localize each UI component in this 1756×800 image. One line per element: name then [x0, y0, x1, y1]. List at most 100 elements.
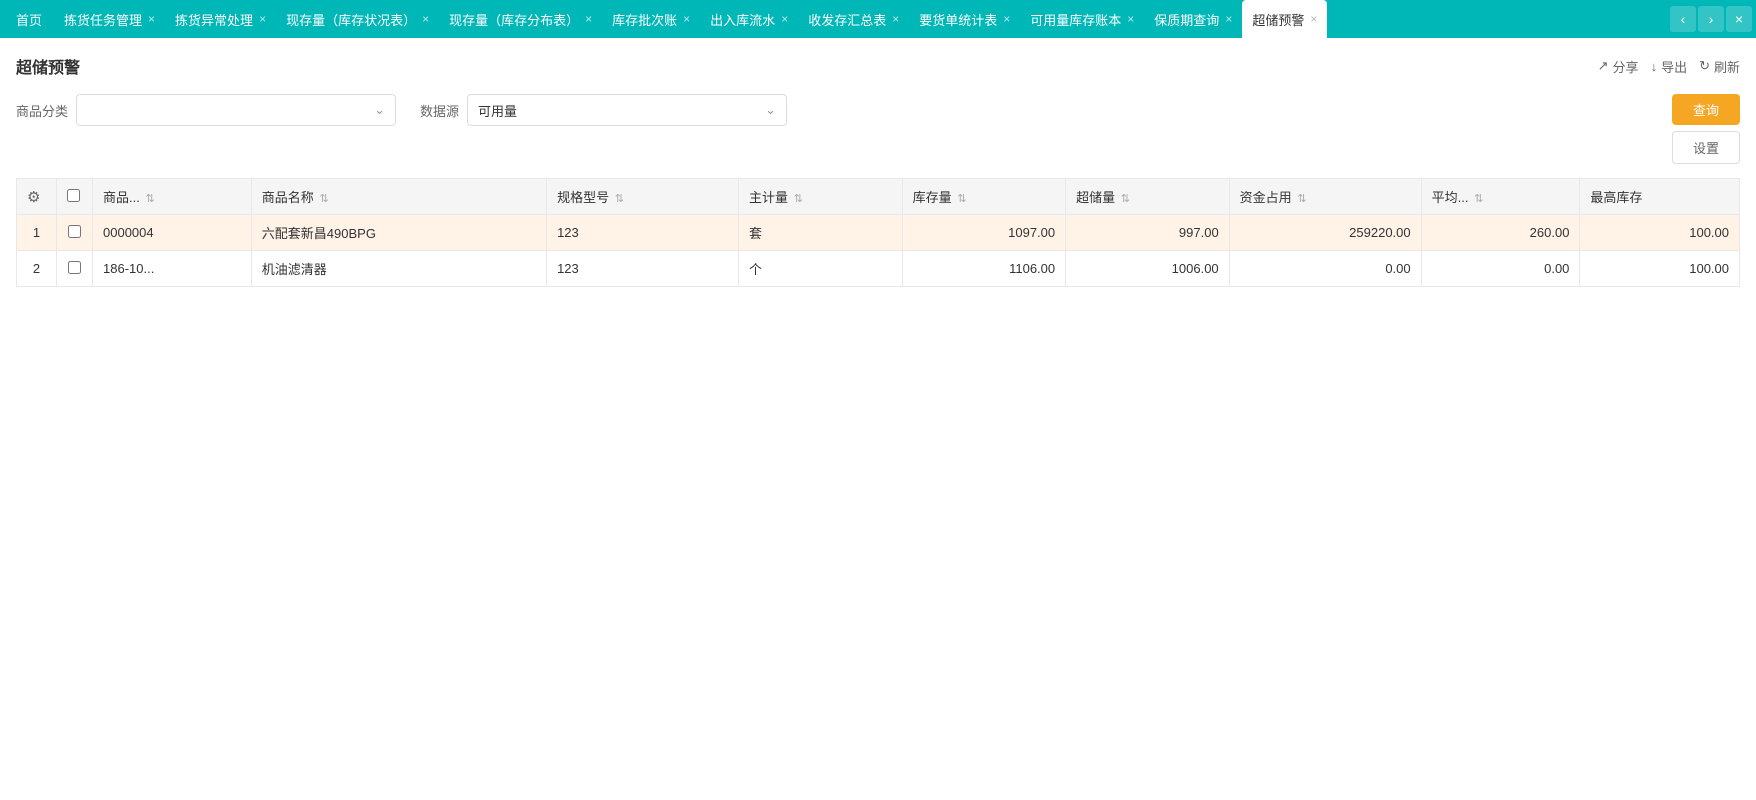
share-icon: ↗: [1598, 58, 1609, 74]
tab-nav-arrows: ‹ › ×: [1670, 6, 1752, 32]
over-col-header[interactable]: 超储量 ⇅: [1066, 179, 1230, 215]
tab-xiancunliang-kuangkuang[interactable]: 现存量（库存状况表） ×: [276, 0, 439, 38]
set-button[interactable]: 设置: [1672, 131, 1740, 164]
row-checkbox-0[interactable]: [68, 225, 81, 238]
tab-close-9[interactable]: ×: [1225, 12, 1232, 26]
row-spec: 123: [547, 215, 739, 251]
page-title: 超储预警: [16, 54, 80, 78]
sort-icon-spec: ⇅: [615, 193, 624, 205]
page-actions: ↗ 分享 ↓ 导出 ↻ 刷新: [1598, 57, 1740, 76]
avg-col-header[interactable]: 平均... ⇅: [1421, 179, 1580, 215]
category-label: 商品分类: [16, 101, 68, 120]
row-unit: 个: [739, 251, 903, 287]
chevron-down-icon-2: ⌄: [765, 102, 776, 118]
tab-close-10[interactable]: ×: [1310, 12, 1317, 26]
code-col-header[interactable]: 商品... ⇅: [93, 179, 252, 215]
sort-icon-stock: ⇅: [957, 193, 966, 205]
select-all-checkbox[interactable]: [67, 189, 80, 202]
tab-close-6[interactable]: ×: [892, 12, 899, 26]
datasource-select[interactable]: 可用量 ⌄: [467, 94, 787, 126]
tab-kucun-pici[interactable]: 库存批次账 ×: [602, 0, 700, 38]
refresh-icon: ↻: [1699, 58, 1710, 74]
tab-shoufa-huizong[interactable]: 收发存汇总表 ×: [798, 0, 909, 38]
row-checkbox-cell: [57, 215, 93, 251]
table-header-row: ⚙ 商品... ⇅ 商品名称 ⇅ 规格型号 ⇅ 主计量: [17, 179, 1740, 215]
row-code: 186-10...: [93, 251, 252, 287]
sort-icon-name: ⇅: [319, 193, 328, 205]
sort-icon-capital: ⇅: [1297, 193, 1306, 205]
row-avg: 260.00: [1421, 215, 1580, 251]
tab-prev-button[interactable]: ‹: [1670, 6, 1696, 32]
row-name: 机油滤清器: [251, 251, 546, 287]
data-table: ⚙ 商品... ⇅ 商品名称 ⇅ 规格型号 ⇅ 主计量: [16, 178, 1740, 287]
tab-close-0[interactable]: ×: [148, 12, 155, 26]
tab-close-4[interactable]: ×: [683, 12, 690, 26]
row-spec: 123: [547, 251, 739, 287]
page-container: 超储预警 ↗ 分享 ↓ 导出 ↻ 刷新 商品分类 ⌄: [0, 38, 1756, 800]
tab-close-all-button[interactable]: ×: [1726, 6, 1752, 32]
checkbox-col-header: [57, 179, 93, 215]
sort-icon-avg: ⇅: [1474, 193, 1483, 205]
row-stock: 1097.00: [902, 215, 1066, 251]
refresh-button[interactable]: ↻ 刷新: [1699, 57, 1740, 76]
chevron-down-icon: ⌄: [374, 102, 385, 118]
tab-churu-liushui[interactable]: 出入库流水 ×: [700, 0, 798, 38]
row-capital: 259220.00: [1229, 215, 1421, 251]
row-stock: 1106.00: [902, 251, 1066, 287]
row-num: 2: [17, 251, 57, 287]
settings-col-header: ⚙: [17, 179, 57, 215]
row-maxstock: 100.00: [1580, 251, 1740, 287]
row-avg: 0.00: [1421, 251, 1580, 287]
row-code: 0000004: [93, 215, 252, 251]
row-unit: 套: [739, 215, 903, 251]
export-icon: ↓: [1651, 59, 1658, 74]
home-tab[interactable]: 首页: [4, 0, 54, 38]
row-num: 1: [17, 215, 57, 251]
datasource-select-value: 可用量: [478, 101, 517, 120]
sort-icon-unit: ⇅: [794, 193, 803, 205]
row-over: 997.00: [1066, 215, 1230, 251]
sort-icon-code: ⇅: [145, 193, 154, 205]
tab-keyongliang[interactable]: 可用量库存账本 ×: [1020, 0, 1144, 38]
capital-col-header[interactable]: 资金占用 ⇅: [1229, 179, 1421, 215]
name-col-header[interactable]: 商品名称 ⇅: [251, 179, 546, 215]
row-checkbox-cell: [57, 251, 93, 287]
maxstock-col-header[interactable]: 最高库存: [1580, 179, 1740, 215]
category-select[interactable]: ⌄: [76, 94, 396, 126]
datasource-filter: 数据源 可用量 ⌄: [420, 94, 787, 126]
tab-baozhi-chaxun[interactable]: 保质期查询 ×: [1144, 0, 1242, 38]
tab-xiancunliang-fenbiao[interactable]: 现存量（库存分布表） ×: [439, 0, 602, 38]
export-button[interactable]: ↓ 导出: [1651, 57, 1688, 76]
datasource-label: 数据源: [420, 101, 459, 120]
stock-col-header[interactable]: 库存量 ⇅: [902, 179, 1066, 215]
tab-jianhuo-renwu[interactable]: 拣货任务管理 ×: [54, 0, 165, 38]
row-name: 六配套新昌490BPG: [251, 215, 546, 251]
share-button[interactable]: ↗ 分享: [1598, 57, 1639, 76]
page-header: 超储预警 ↗ 分享 ↓ 导出 ↻ 刷新: [16, 54, 1740, 78]
tab-close-3[interactable]: ×: [585, 12, 592, 26]
table-row: 2 186-10... 机油滤清器 123 个 1106.00 1006.00 …: [17, 251, 1740, 287]
tab-close-5[interactable]: ×: [781, 12, 788, 26]
filter-buttons: 查询 设置: [1672, 94, 1740, 164]
tab-chaochuyujing[interactable]: 超储预警 ×: [1242, 0, 1327, 38]
unit-col-header[interactable]: 主计量 ⇅: [739, 179, 903, 215]
sort-icon-over: ⇅: [1121, 193, 1130, 205]
topbar: 首页 拣货任务管理 × 拣货异常处理 × 现存量（库存状况表） × 现存量（库存…: [0, 0, 1756, 38]
row-maxstock: 100.00: [1580, 215, 1740, 251]
table-row: 1 0000004 六配套新昌490BPG 123 套 1097.00 997.…: [17, 215, 1740, 251]
row-checkbox-1[interactable]: [68, 261, 81, 274]
category-filter: 商品分类 ⌄: [16, 94, 396, 126]
tab-close-7[interactable]: ×: [1003, 12, 1010, 26]
tab-next-button[interactable]: ›: [1698, 6, 1724, 32]
filter-row: 商品分类 ⌄ 数据源 可用量 ⌄: [16, 94, 1648, 126]
row-capital: 0.00: [1229, 251, 1421, 287]
tab-close-2[interactable]: ×: [422, 12, 429, 26]
spec-col-header[interactable]: 规格型号 ⇅: [547, 179, 739, 215]
tab-jianhuo-yichang[interactable]: 拣货异常处理 ×: [165, 0, 276, 38]
tab-yaohuo-tongji[interactable]: 要货单统计表 ×: [909, 0, 1020, 38]
tab-close-1[interactable]: ×: [259, 12, 266, 26]
tab-close-8[interactable]: ×: [1127, 12, 1134, 26]
row-over: 1006.00: [1066, 251, 1230, 287]
query-button[interactable]: 查询: [1672, 94, 1740, 125]
gear-icon[interactable]: ⚙: [27, 189, 40, 206]
